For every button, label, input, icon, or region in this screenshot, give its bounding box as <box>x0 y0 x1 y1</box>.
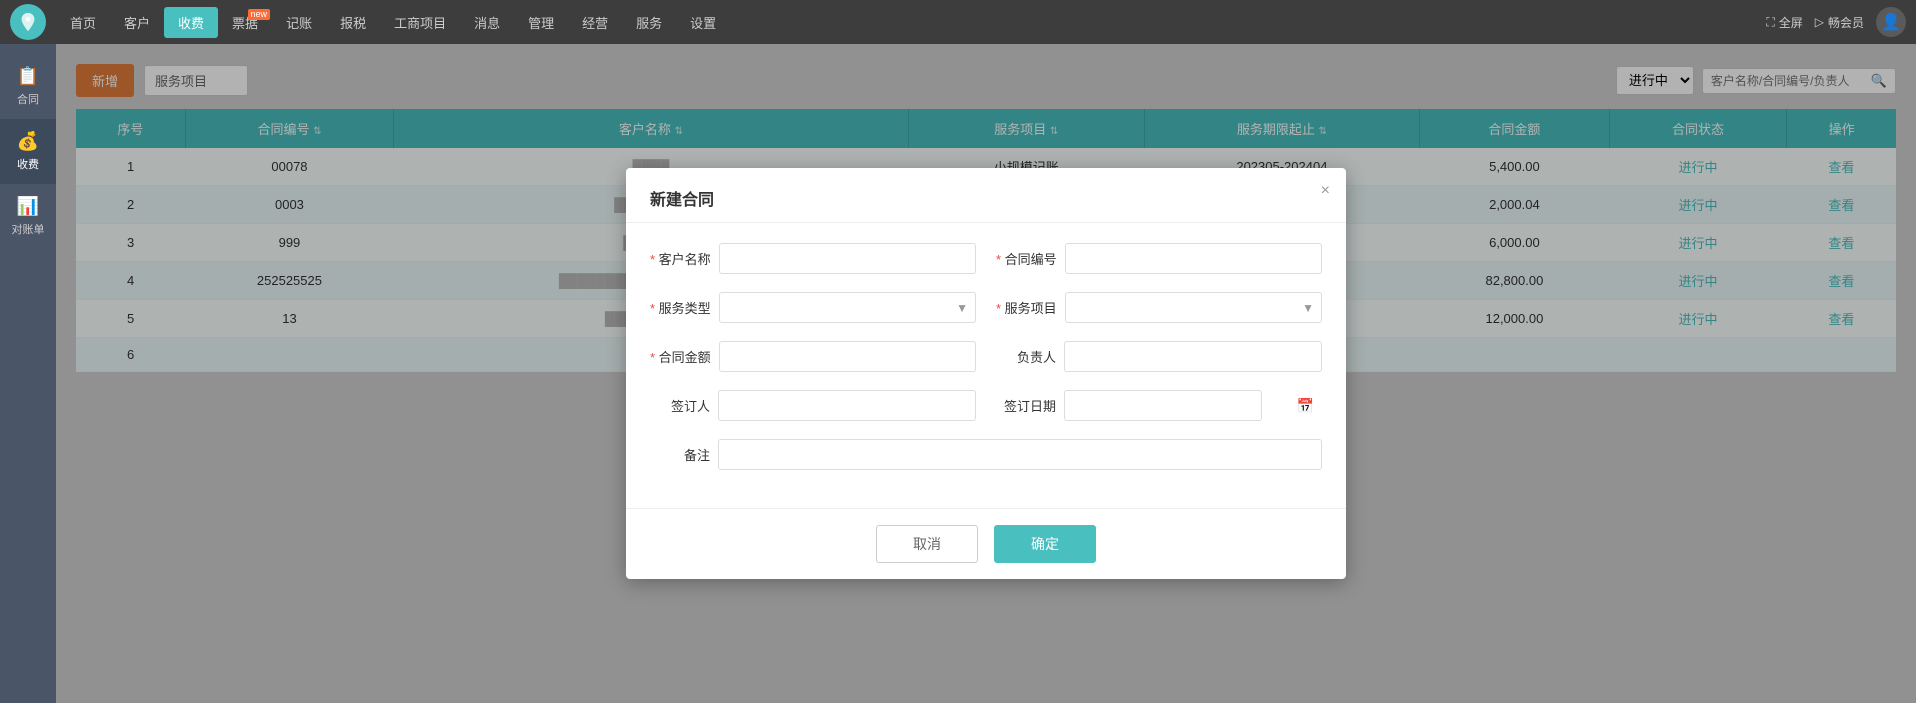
calendar-icon[interactable]: 📅 <box>1297 397 1314 414</box>
new-contract-modal: 新建合同 × 客户名称 合同编号 <box>626 168 1346 579</box>
contract-icon: 📋 <box>17 66 39 87</box>
nav-settings[interactable]: 设置 <box>676 7 730 38</box>
amount-label: 合同金额 <box>650 347 711 366</box>
amount-input[interactable]: 0.00 <box>719 341 976 372</box>
modal-body: 客户名称 合同编号 服务类型 <box>626 223 1346 508</box>
cancel-button[interactable]: 取消 <box>876 525 978 563</box>
customer-name-input[interactable] <box>719 243 976 274</box>
form-row-2: 服务类型 ▼ 服务项目 ▼ <box>650 292 1322 323</box>
nav-right: ⛶ 全屏 ▷ 畅会员 👤 <box>1766 7 1906 37</box>
form-row-4: 签订人 签订日期 2023-06-06 📅 <box>650 390 1322 421</box>
sign-date-input[interactable]: 2023-06-06 <box>1064 390 1262 421</box>
contract-no-input[interactable] <box>1065 243 1322 274</box>
fullscreen-icon: ⛶ <box>1766 15 1774 30</box>
nav-service[interactable]: 服务 <box>622 7 676 38</box>
service-type-wrapper: ▼ <box>719 292 976 323</box>
modal-close-button[interactable]: × <box>1321 182 1330 200</box>
form-group-notes: 备注 <box>650 439 1322 470</box>
top-nav: 首页 客户 收费 票据 new 记账 报税 工商项目 消息 管理 经营 服务 设… <box>0 0 1916 44</box>
form-group-signer: 签订人 <box>650 390 976 421</box>
form-group-service-type: 服务类型 ▼ <box>650 292 976 323</box>
new-badge: new <box>248 9 271 20</box>
modal-footer: 取消 确定 <box>626 508 1346 579</box>
nav-business[interactable]: 工商项目 <box>380 7 460 38</box>
nav-customer[interactable]: 客户 <box>110 7 164 38</box>
form-row-3: 合同金额 0.00 负责人 <box>650 341 1322 372</box>
service-item-wrapper: ▼ <box>1065 292 1322 323</box>
form-row-1: 客户名称 合同编号 <box>650 243 1322 274</box>
avatar-icon: 👤 <box>1881 12 1901 32</box>
statement-icon: 📊 <box>17 196 39 217</box>
form-group-amount: 合同金额 0.00 <box>650 341 976 372</box>
sidebar-item-contract[interactable]: 📋 合同 <box>0 54 56 119</box>
modal-header: 新建合同 × <box>626 168 1346 223</box>
nav-invoice[interactable]: 票据 new <box>218 7 272 38</box>
contract-no-label: 合同编号 <box>996 249 1057 268</box>
responsible-label: 负责人 <box>996 347 1056 366</box>
nav-operation[interactable]: 经营 <box>568 7 622 38</box>
nav-tax[interactable]: 报税 <box>326 7 380 38</box>
nav-message[interactable]: 消息 <box>460 7 514 38</box>
form-group-contract-no: 合同编号 <box>996 243 1322 274</box>
service-item-select[interactable] <box>1065 292 1322 323</box>
form-group-customer: 客户名称 <box>650 243 976 274</box>
sidebar-item-statement[interactable]: 📊 对账单 <box>0 184 56 249</box>
signer-input[interactable] <box>718 390 976 421</box>
play-icon: ▷ <box>1815 15 1824 29</box>
form-group-responsible: 负责人 <box>996 341 1322 372</box>
service-item-label: 服务项目 <box>996 298 1057 317</box>
billing-icon: 💰 <box>17 131 39 152</box>
signer-label: 签订人 <box>650 396 710 415</box>
sign-date-label: 签订日期 <box>996 396 1056 415</box>
nav-items: 首页 客户 收费 票据 new 记账 报税 工商项目 消息 管理 经营 服务 设… <box>56 7 1766 38</box>
confirm-button[interactable]: 确定 <box>994 525 1096 563</box>
app-logo <box>10 4 46 40</box>
user-avatar[interactable]: 👤 <box>1876 7 1906 37</box>
service-type-label: 服务类型 <box>650 298 711 317</box>
notes-input[interactable] <box>718 439 1322 470</box>
sign-date-wrapper: 2023-06-06 📅 <box>1064 390 1322 421</box>
form-group-sign-date: 签订日期 2023-06-06 📅 <box>996 390 1322 421</box>
service-type-select[interactable] <box>719 292 976 323</box>
modal-overlay: 新建合同 × 客户名称 合同编号 <box>56 44 1916 703</box>
customer-name-label: 客户名称 <box>650 249 711 268</box>
main-layout: 📋 合同 💰 收费 📊 对账单 新增 服务项目 进行中 已完成 已终止 <box>0 44 1916 703</box>
vip-button[interactable]: ▷ 畅会员 <box>1815 14 1864 31</box>
nav-home[interactable]: 首页 <box>56 7 110 38</box>
nav-manage[interactable]: 管理 <box>514 7 568 38</box>
responsible-input[interactable] <box>1064 341 1322 372</box>
content-area: 新增 服务项目 进行中 已完成 已终止 🔍 序号 合同 <box>56 44 1916 703</box>
form-group-service-item: 服务项目 ▼ <box>996 292 1322 323</box>
form-row-5: 备注 <box>650 439 1322 470</box>
fullscreen-button[interactable]: ⛶ 全屏 <box>1766 14 1802 31</box>
notes-label: 备注 <box>650 445 710 464</box>
modal-title: 新建合同 <box>650 186 1322 210</box>
sidebar-item-billing[interactable]: 💰 收费 <box>0 119 56 184</box>
nav-billing[interactable]: 收费 <box>164 7 218 38</box>
nav-accounting[interactable]: 记账 <box>272 7 326 38</box>
sidebar: 📋 合同 💰 收费 📊 对账单 <box>0 44 56 703</box>
